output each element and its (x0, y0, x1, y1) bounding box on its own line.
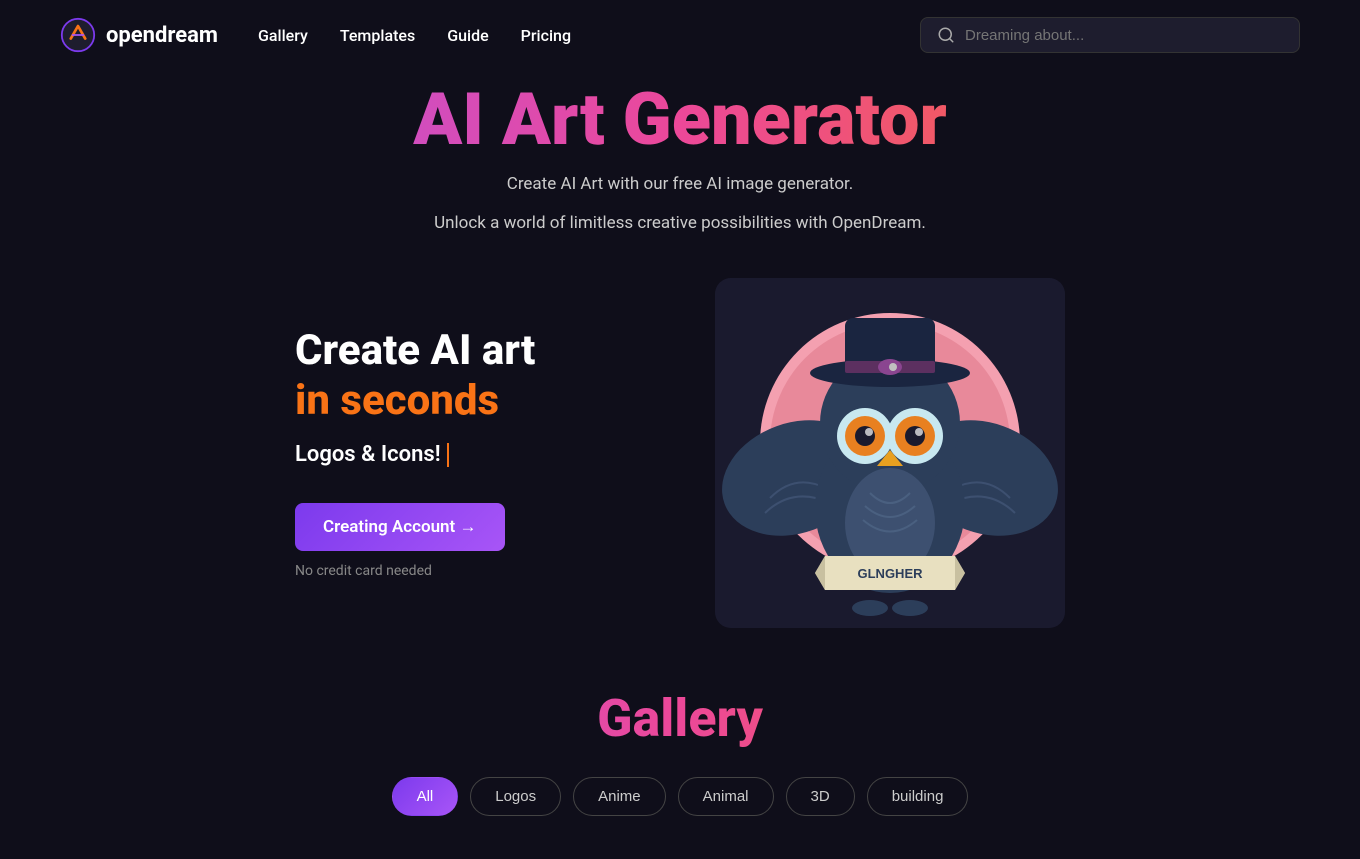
gallery-filters: All Logos Anime Animal 3D building (0, 777, 1360, 816)
hero-section: AI Art Generator Create AI Art with our … (0, 70, 1360, 258)
owl-svg: GLNGHER (715, 278, 1065, 628)
hero-subtitle-1: Create AI Art with our free AI image gen… (0, 171, 1360, 198)
filter-building[interactable]: building (867, 777, 969, 816)
cursor-blink (447, 443, 449, 467)
ai-art-preview: GLNGHER (715, 278, 1065, 628)
main-heading-line2: in seconds (295, 376, 499, 425)
cta-button[interactable]: Creating Account → (295, 503, 505, 551)
navbar: opendream Gallery Templates Guide Pricin… (0, 0, 1360, 70)
filter-animal[interactable]: Animal (678, 777, 774, 816)
sub-heading: Logos & Icons! (295, 442, 635, 467)
nav-link-gallery[interactable]: Gallery (258, 26, 308, 45)
nav-left: opendream Gallery Templates Guide Pricin… (60, 17, 571, 53)
search-bar[interactable] (920, 17, 1300, 53)
nav-link-guide[interactable]: Guide (447, 26, 488, 45)
logo-text: opendream (106, 23, 218, 48)
filter-anime[interactable]: Anime (573, 777, 666, 816)
nav-links: Gallery Templates Guide Pricing (258, 26, 571, 45)
filter-logos[interactable]: Logos (470, 777, 561, 816)
svg-text:GLNGHER: GLNGHER (858, 566, 924, 581)
gallery-title: Gallery (0, 688, 1360, 749)
logo[interactable]: opendream (60, 17, 218, 53)
content-section: Create AI art in seconds Logos & Icons! … (0, 258, 1360, 648)
filter-3d[interactable]: 3D (786, 777, 855, 816)
search-icon (937, 26, 955, 44)
gallery-section: Gallery All Logos Anime Animal 3D buildi… (0, 648, 1360, 816)
no-credit-text: No credit card needed (295, 563, 635, 579)
nav-link-templates[interactable]: Templates (340, 26, 415, 45)
logo-icon (60, 17, 96, 53)
hero-subtitle-2: Unlock a world of limitless creative pos… (0, 210, 1360, 237)
left-content: Create AI art in seconds Logos & Icons! … (295, 326, 635, 580)
nav-link-pricing[interactable]: Pricing (521, 26, 571, 45)
nav-item-pricing[interactable]: Pricing (521, 26, 571, 45)
filter-all[interactable]: All (392, 777, 459, 816)
hero-title: AI Art Generator (0, 80, 1360, 159)
search-input[interactable] (965, 27, 1283, 44)
nav-item-templates[interactable]: Templates (340, 26, 415, 45)
nav-item-gallery[interactable]: Gallery (258, 26, 308, 45)
sub-heading-text: Logos & Icons! (295, 442, 441, 467)
main-heading-block: Create AI art in seconds (295, 326, 635, 427)
main-heading-line1: Create AI art (295, 326, 535, 375)
right-image: GLNGHER (715, 278, 1065, 628)
nav-item-guide[interactable]: Guide (447, 26, 488, 45)
